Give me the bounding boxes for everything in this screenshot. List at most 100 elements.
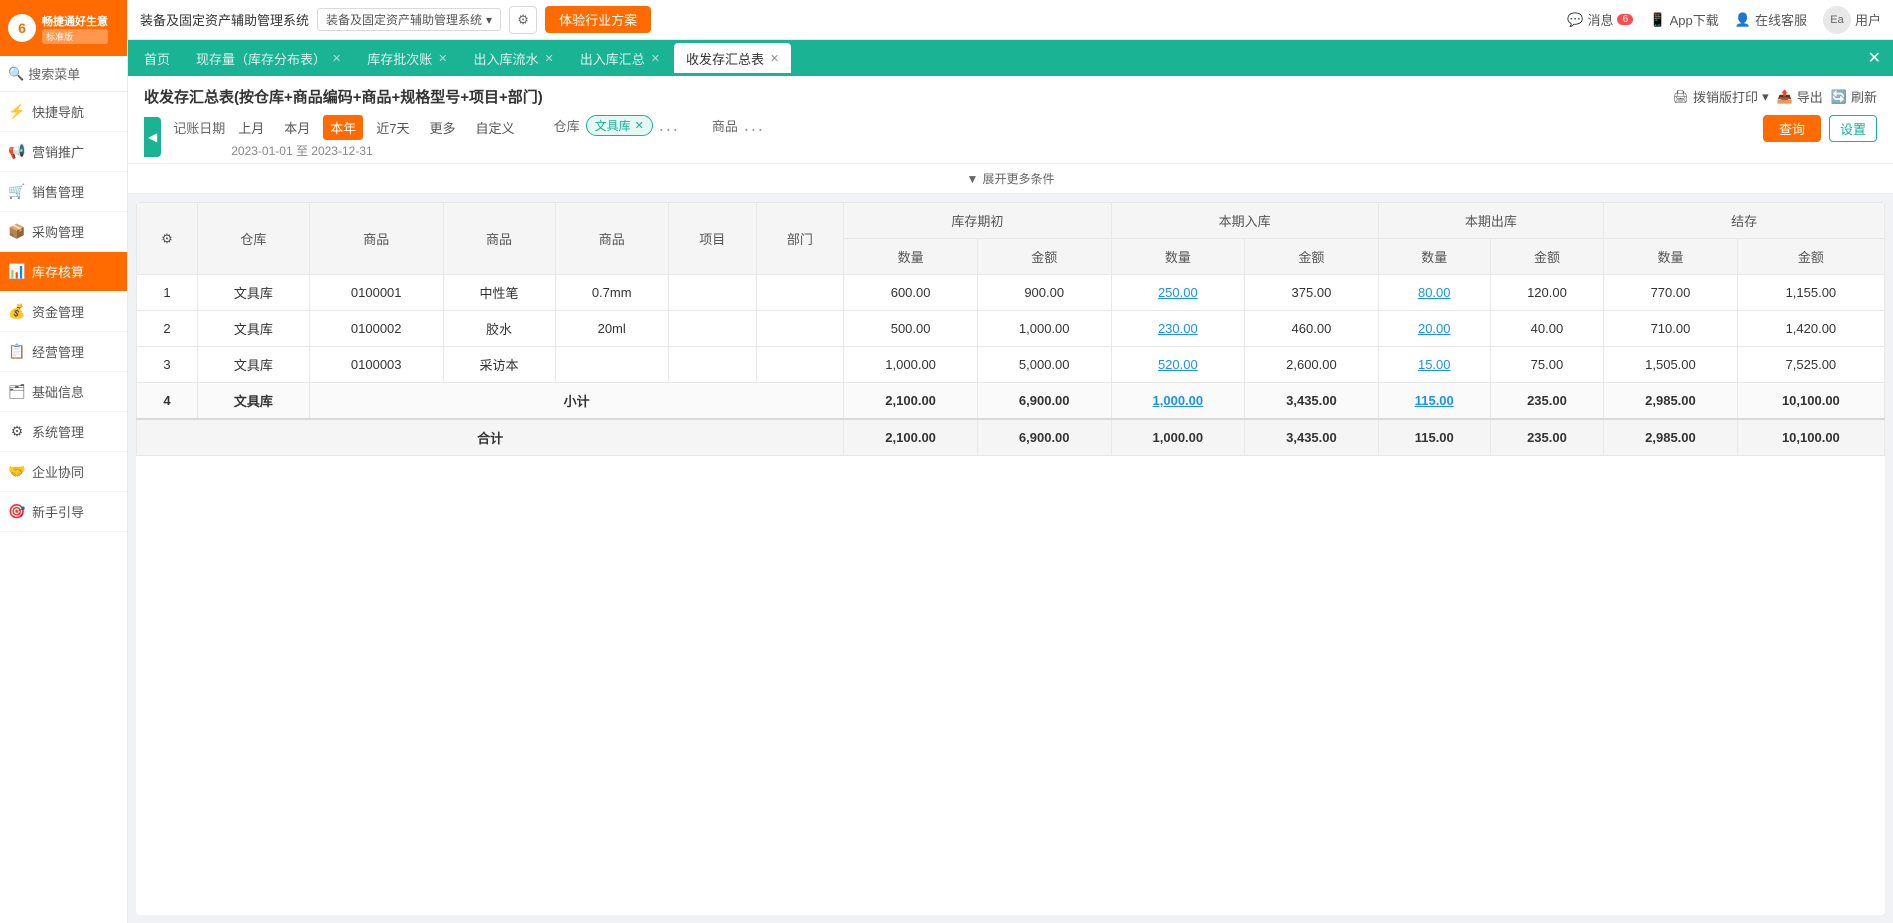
cell-open-amt: 900.00 xyxy=(977,275,1111,311)
sidebar-item-marketing[interactable]: 📢 营销推广 xyxy=(0,132,127,172)
sidebar-item-inventory[interactable]: 📊 库存核算 xyxy=(0,252,127,292)
date-btn-this-month[interactable]: 本月 xyxy=(277,115,317,140)
tab-inout-flow-close[interactable]: ✕ xyxy=(545,52,554,65)
cell-warehouse: 文具库 xyxy=(197,347,309,383)
sidebar-item-system[interactable]: ⚙ 系统管理 xyxy=(0,412,127,452)
sidebar-item-quick-nav[interactable]: ⚡ 快捷导航 xyxy=(0,92,127,132)
tab-receive-summary-label: 收发存汇总表 xyxy=(686,49,764,68)
cell-subtotal-seq: 4 xyxy=(137,383,198,420)
cell-seq: 3 xyxy=(137,347,198,383)
sidebar-item-basic[interactable]: 🗂 基础信息 xyxy=(0,372,127,412)
cell-subtotal-label: 小计 xyxy=(309,383,843,420)
cell-out-qty[interactable]: 80.00 xyxy=(1378,275,1490,311)
sidebar-item-finance[interactable]: 💰 资金管理 xyxy=(0,292,127,332)
sidebar-search[interactable]: 🔍 搜索菜单 xyxy=(0,56,127,92)
table-row: 3 文具库 0100003 采访本 1,000.00 5,000.00 520.… xyxy=(137,347,1885,383)
print-button[interactable]: 🖨 拨销版打印 ▾ xyxy=(1673,87,1769,106)
cell-in-qty[interactable]: 250.00 xyxy=(1111,275,1245,311)
sidebar-item-label: 资金管理 xyxy=(32,302,84,321)
tab-receive-summary-close[interactable]: ✕ xyxy=(770,52,779,65)
purchase-icon: 📦 xyxy=(8,223,26,241)
app-download-action[interactable]: 📱 App下载 xyxy=(1649,10,1718,29)
top-header: 装备及固定资产辅助管理系统 装备及固定资产辅助管理系统 ▾ ⚙ 体验行业方案 💬… xyxy=(128,0,1893,40)
tab-receive-summary[interactable]: 收发存汇总表 ✕ xyxy=(674,43,791,73)
footer-total-label: 合计 xyxy=(137,419,844,456)
settings-link[interactable]: 设置 xyxy=(1829,115,1877,142)
cell-subtotal-out-amt: 235.00 xyxy=(1490,383,1603,420)
chevron-left-icon: ◀ xyxy=(148,130,157,144)
cell-subtotal-out-qty[interactable]: 115.00 xyxy=(1378,383,1490,420)
cell-out-amt: 40.00 xyxy=(1490,311,1603,347)
inventory-icon: 📊 xyxy=(8,263,26,281)
sidebar-item-enterprise[interactable]: 🤝 企业协同 xyxy=(0,452,127,492)
settings-button[interactable]: ⚙ xyxy=(509,6,537,34)
cell-out-qty[interactable]: 20.00 xyxy=(1378,311,1490,347)
cell-in-qty[interactable]: 230.00 xyxy=(1111,311,1245,347)
sidebar-item-business[interactable]: 📋 经营管理 xyxy=(0,332,127,372)
sidebar-item-label: 基础信息 xyxy=(32,382,84,401)
tab-batch-close[interactable]: ✕ xyxy=(438,52,447,65)
refresh-button[interactable]: 🔄 刷新 xyxy=(1831,87,1877,106)
footer-open-amt: 6,900.00 xyxy=(977,419,1111,456)
phone-icon: 📱 xyxy=(1649,12,1665,28)
cell-code: 0100003 xyxy=(309,347,443,383)
header-left: 装备及固定资产辅助管理系统 装备及固定资产辅助管理系统 ▾ ⚙ 体验行业方案 xyxy=(140,6,651,34)
footer-bal-amt: 10,100.00 xyxy=(1737,419,1884,456)
date-btn-last-month[interactable]: 上月 xyxy=(231,115,271,140)
date-btn-custom[interactable]: 自定义 xyxy=(469,115,522,140)
tab-inout-flow[interactable]: 出入库流水 ✕ xyxy=(461,43,565,73)
tab-batch[interactable]: 库存批次账 ✕ xyxy=(355,43,459,73)
cell-dept xyxy=(756,347,844,383)
page-content: 收发存汇总表(按仓库+商品编码+商品+规格型号+项目+部门) 🖨 拨销版打印 ▾… xyxy=(128,76,1893,923)
tab-inout-flow-label: 出入库流水 xyxy=(473,49,538,68)
footer-bal-qty: 2,985.00 xyxy=(1604,419,1738,456)
tab-inventory-dist-close[interactable]: ✕ xyxy=(332,52,341,65)
tab-home[interactable]: 首页 xyxy=(132,43,182,73)
system-title: 装备及固定资产辅助管理系统 xyxy=(140,10,309,29)
footer-open-qty: 2,100.00 xyxy=(844,419,978,456)
sidebar-item-purchase[interactable]: 📦 采购管理 xyxy=(0,212,127,252)
cell-in-qty[interactable]: 520.00 xyxy=(1111,347,1245,383)
filter-toggle-btn[interactable]: ◀ xyxy=(144,117,161,157)
goods-more-btn[interactable]: ... xyxy=(744,115,765,136)
tab-inventory-dist[interactable]: 现存量（库存分布表） ✕ xyxy=(184,43,353,73)
online-service-action[interactable]: 👤 在线客服 xyxy=(1735,10,1807,29)
warehouse-filter-label: 仓库 xyxy=(554,116,580,135)
expand-btn[interactable]: ▼ 展开更多条件 xyxy=(967,170,1055,187)
date-btn-more[interactable]: 更多 xyxy=(423,115,463,140)
tab-bar-close[interactable]: ✕ xyxy=(1860,48,1889,68)
business-icon: 📋 xyxy=(8,343,26,361)
system-select[interactable]: 装备及固定资产辅助管理系统 ▾ xyxy=(317,8,501,31)
warehouse-tag: 文具库 ✕ xyxy=(586,115,653,136)
export-button[interactable]: 📤 导出 xyxy=(1777,87,1823,106)
experience-button[interactable]: 体验行业方案 xyxy=(545,6,651,33)
footer-out-amt: 235.00 xyxy=(1490,419,1603,456)
sidebar-item-sales[interactable]: 🛒 销售管理 xyxy=(0,172,127,212)
query-button[interactable]: 查询 xyxy=(1763,115,1821,142)
cell-subtotal-in-qty[interactable]: 1,000.00 xyxy=(1111,383,1245,420)
cell-out-qty[interactable]: 15.00 xyxy=(1378,347,1490,383)
th-out-group: 本期出库 xyxy=(1378,203,1603,239)
expand-bar: ▼ 展开更多条件 xyxy=(128,164,1893,194)
cell-in-amt: 2,600.00 xyxy=(1245,347,1379,383)
user-action[interactable]: Ea 用户 xyxy=(1823,6,1881,34)
warehouse-more-btn[interactable]: ... xyxy=(659,115,680,136)
sidebar-item-guide[interactable]: 🎯 新手引导 xyxy=(0,492,127,532)
system-icon: ⚙ xyxy=(8,423,26,441)
gear-icon: ⚙ xyxy=(517,12,529,28)
cell-in-amt: 375.00 xyxy=(1245,275,1379,311)
sidebar-item-label: 营销推广 xyxy=(32,142,84,161)
tab-inout-summary[interactable]: 出入库汇总 ✕ xyxy=(568,43,672,73)
cell-out-amt: 120.00 xyxy=(1490,275,1603,311)
tab-inout-summary-close[interactable]: ✕ xyxy=(651,52,660,65)
date-btn-7days[interactable]: 近7天 xyxy=(369,115,416,140)
warehouse-tag-remove[interactable]: ✕ xyxy=(635,119,644,132)
sales-icon: 🛒 xyxy=(8,183,26,201)
cell-spec xyxy=(555,347,668,383)
main-content: 装备及固定资产辅助管理系统 装备及固定资产辅助管理系统 ▾ ⚙ 体验行业方案 💬… xyxy=(128,0,1893,923)
messages-action[interactable]: 💬 消息 6 xyxy=(1567,10,1633,29)
th-settings[interactable]: ⚙ xyxy=(137,203,198,275)
marketing-icon: 📢 xyxy=(8,143,26,161)
date-btn-this-year[interactable]: 本年 xyxy=(323,115,363,140)
th-code: 商品 xyxy=(309,203,443,275)
